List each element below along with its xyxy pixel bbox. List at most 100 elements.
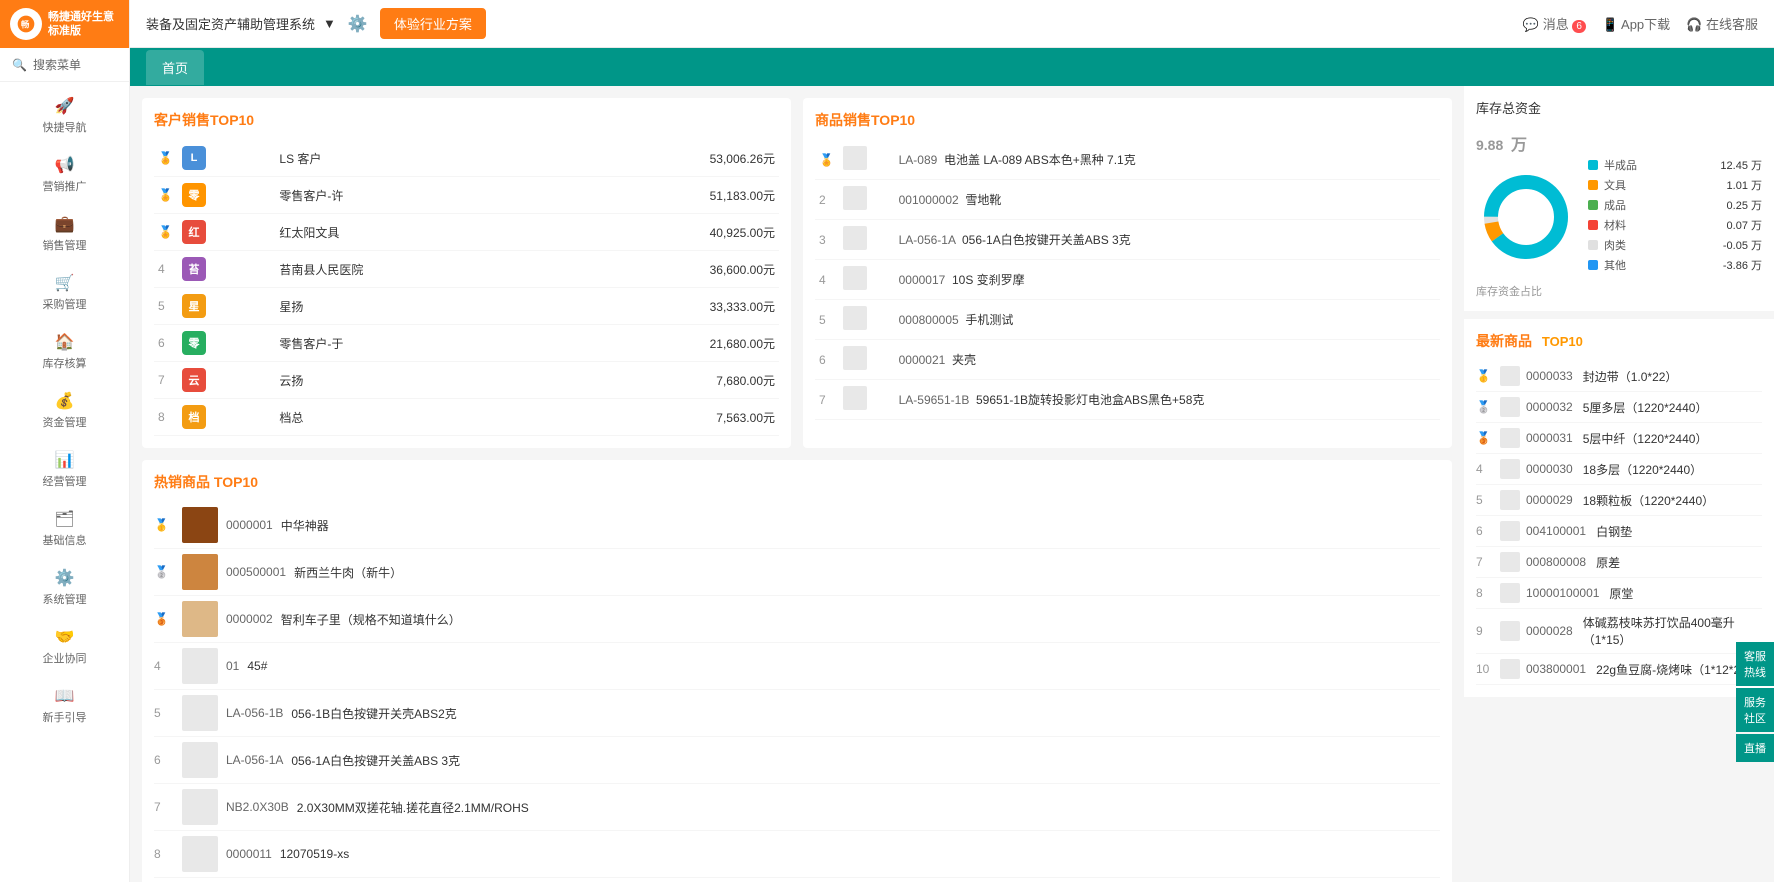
dashboard: 客户销售TOP10 🏅 L LS 客户 53,006.26元 🏅	[130, 86, 1464, 882]
table-row: 🏅 L LS 客户 53,006.26元	[154, 140, 779, 177]
table-row: 🏅 红 红太阳文具 40,925.00元	[154, 214, 779, 251]
customer-avatar-3: 红	[178, 214, 275, 251]
app-download-icon[interactable]: 📱 App下载	[1602, 14, 1670, 33]
customer-avatar-7: 云	[178, 362, 275, 399]
prod-icon-3	[839, 220, 895, 260]
new-rank-4: 4	[1476, 462, 1494, 476]
new-name-3: 5层中纤（1220*2440）	[1583, 430, 1762, 447]
sidebar-item-inventory[interactable]: 🏠 库存核算	[0, 322, 129, 381]
online-service-icon[interactable]: 🎧 在线客服	[1686, 14, 1758, 33]
try-plan-button[interactable]: 体验行业方案	[380, 8, 486, 39]
hot-rank-2: 🥈	[154, 565, 174, 579]
system-name: 装备及固定资产辅助管理系统	[146, 14, 315, 33]
sidebar-item-shortcuts[interactable]: 🚀 快捷导航	[0, 86, 129, 145]
prod-rank-medal-1: 🏅	[815, 140, 839, 180]
customer-name-3: 红太阳文具	[275, 214, 555, 251]
float-btn-live[interactable]: 直播	[1736, 734, 1774, 762]
sidebar-item-marketing[interactable]: 📢 营销推广	[0, 145, 129, 204]
settings-icon[interactable]: ⚙️	[348, 14, 368, 34]
logo-icon: 畅	[10, 8, 42, 40]
new-name-6: 白钢垫	[1596, 523, 1762, 540]
sidebar-search-item[interactable]: 🔍 搜索菜单	[0, 48, 129, 82]
list-item: 🥉 0000002 智利车子里（规格不知道填什么）	[154, 596, 1440, 643]
guide-icon: 📖	[55, 686, 75, 706]
hot-name-1: 中华神器	[281, 517, 1440, 534]
customer-ranking-panel: 客户销售TOP10 🏅 L LS 客户 53,006.26元 🏅	[142, 98, 791, 448]
hot-rank-4: 4	[154, 659, 174, 673]
finance-icon: 💰	[55, 391, 75, 411]
hot-products-list: 🥇 0000001 中华神器 🥈 000500001 新西兰牛肉（新牛） 🥉	[154, 502, 1440, 882]
customer-ranking-title: 客户销售TOP10	[154, 110, 779, 130]
float-btn-community[interactable]: 服务社区	[1736, 688, 1774, 732]
new-icon-4	[1500, 459, 1520, 479]
prod-rank-num-2: 2	[815, 180, 839, 220]
new-rank-7: 7	[1476, 555, 1494, 569]
sidebar-item-finance[interactable]: 💰 资金管理	[0, 381, 129, 440]
system-selector[interactable]: 装备及固定资产辅助管理系统 ▼	[146, 14, 336, 33]
legend-item-other: 其他 -3.86 万	[1588, 257, 1762, 273]
product-ranking-title: 商品销售TOP10	[815, 110, 1440, 130]
message-label: 消息	[1543, 17, 1569, 32]
prod-info-4: 0000017 10S 变刹罗摩	[895, 260, 1440, 300]
list-item: 10 003800001 22g鱼豆腐-烧烤味（1*12*20）	[1476, 654, 1762, 685]
customer-name-7: 云扬	[275, 362, 555, 399]
product-ranking-panel: 商品销售TOP10 🏅 LA-089 电池盖 LA-089 ABS本色+黑种 7…	[803, 98, 1452, 448]
tab-bar: 首页	[130, 48, 1774, 86]
prod-info-7: LA-59651-1B 59651-1B旋转投影灯电池盒ABS黑色+58克	[895, 380, 1440, 420]
hot-code-5: LA-056-1B	[226, 706, 283, 720]
sidebar-item-operations[interactable]: 📊 经营管理	[0, 440, 129, 499]
legend-dot-stationery	[1588, 180, 1598, 190]
logo-text: 畅捷通好生意 标准版	[48, 10, 114, 39]
legend-item-finished: 成品 0.25 万	[1588, 197, 1762, 213]
prod-icon-6	[839, 340, 895, 380]
customer-amount-3: 40,925.00元	[556, 214, 779, 251]
main-container: 装备及固定资产辅助管理系统 ▼ ⚙️ 体验行业方案 💬 消息 6 📱 App下载…	[130, 0, 1774, 882]
inventory-amount-display: 9.88 万	[1476, 125, 1762, 157]
sidebar-item-purchase[interactable]: 🛒 采购管理	[0, 263, 129, 322]
sidebar-item-guide[interactable]: 📖 新手引导	[0, 676, 129, 735]
sidebar-item-basics[interactable]: 🗂 基础信息	[0, 499, 129, 558]
customer-avatar-1: L	[178, 140, 275, 177]
prod-icon-5	[839, 300, 895, 340]
hot-rank-7: 7	[154, 800, 174, 814]
rank-num-6: 6	[154, 325, 178, 362]
legend-list: 半成品 12.45 万 文具 1.01 万 成品 0.25 万	[1588, 157, 1762, 277]
system-dropdown-icon: ▼	[323, 16, 336, 31]
customer-amount-4: 36,600.00元	[556, 251, 779, 288]
table-row: 8 档 档总 7,563.00元	[154, 399, 779, 436]
list-item: 🥇 0000033 封边带（1.0*22）	[1476, 361, 1762, 392]
table-row: 🏅 LA-089 电池盖 LA-089 ABS本色+黑种 7.1克	[815, 140, 1440, 180]
sidebar-item-enterprise[interactable]: 🤝 企业协同	[0, 617, 129, 676]
legend-item-semi: 半成品 12.45 万	[1588, 157, 1762, 173]
inventory-amount: 9.88 万	[1476, 125, 1527, 156]
new-icon-8	[1500, 583, 1520, 603]
sidebar-item-sales[interactable]: 💼 销售管理	[0, 204, 129, 263]
list-item: 6 004100001 白钢垫	[1476, 516, 1762, 547]
system-icon: ⚙️	[55, 568, 75, 588]
list-item: 9 KK-SD22110H 花语萌恒温分娩棉被（厚款）	[154, 878, 1440, 882]
legend-value-finished: 0.25 万	[1727, 197, 1762, 213]
hot-thumb-8	[182, 836, 218, 872]
new-rank-9: 9	[1476, 624, 1494, 638]
float-btn-hotline[interactable]: 客服热线	[1736, 642, 1774, 686]
new-code-1: 0000033	[1526, 369, 1573, 383]
rank-num-5: 5	[154, 288, 178, 325]
new-icon-3	[1500, 428, 1520, 448]
customer-avatar-2: 零	[178, 177, 275, 214]
new-code-10: 003800001	[1526, 662, 1586, 676]
message-icon[interactable]: 💬 消息 6	[1523, 14, 1586, 33]
tab-home[interactable]: 首页	[146, 50, 204, 85]
prod-rank-num-3: 3	[815, 220, 839, 260]
sidebar-item-system[interactable]: ⚙️ 系统管理	[0, 558, 129, 617]
customer-avatar-4: 苔	[178, 251, 275, 288]
new-code-9: 0000028	[1526, 624, 1573, 638]
list-item: 7 000800008 原差	[1476, 547, 1762, 578]
sales-icon: 💼	[55, 214, 75, 234]
table-row: 2 001000002 雪地靴	[815, 180, 1440, 220]
legend-dot-material	[1588, 220, 1598, 230]
right-panel: 库存总资金 9.88 万	[1464, 86, 1774, 882]
new-code-5: 0000029	[1526, 493, 1573, 507]
hot-code-4: 01	[226, 659, 239, 673]
new-code-4: 0000030	[1526, 462, 1573, 476]
inventory-icon: 🏠	[55, 332, 75, 352]
